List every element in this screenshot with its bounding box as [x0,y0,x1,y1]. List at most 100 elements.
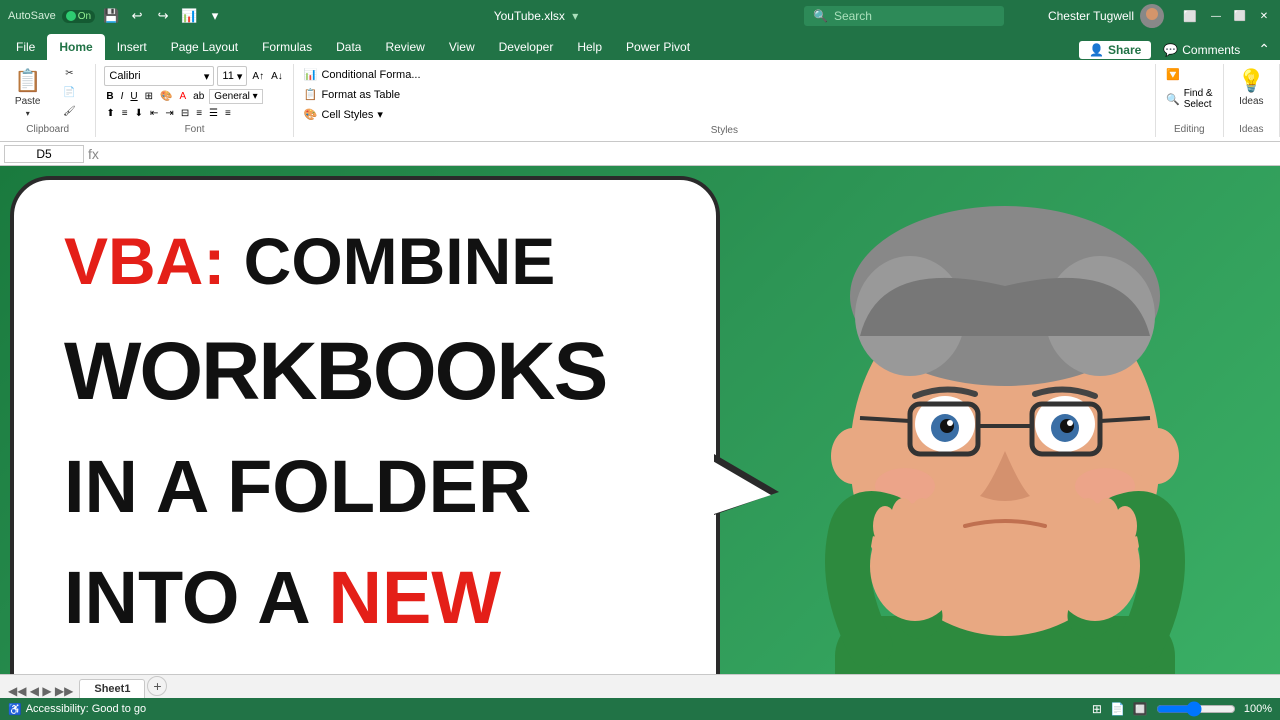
align-middle-button[interactable]: ≡ [120,107,130,120]
number-format-box[interactable]: General ▾ [209,89,262,104]
clipboard-label: Clipboard [8,122,87,135]
indent-increase-button[interactable]: ⇥ [163,107,175,120]
user-badge[interactable]: Chester Tugwell [1040,2,1172,30]
speech-bubble: VBA: COMBINE WORKBOOKS IN A FOLDER INTO … [10,176,720,676]
tab-power-pivot[interactable]: Power Pivot [614,34,702,60]
tab-review[interactable]: Review [373,34,436,60]
maximize-button[interactable]: ⬜ [1232,8,1248,24]
share-button[interactable]: 👤 Share [1079,41,1151,59]
add-sheet-button[interactable]: + [147,676,167,696]
ideas-label: Ideas [1232,122,1271,135]
styles-label: Styles [302,123,1147,136]
cell-reference-input[interactable] [4,145,84,163]
tab-formulas[interactable]: Formulas [250,34,324,60]
minimize-button[interactable]: — [1208,8,1224,24]
font-label: Font [104,122,284,135]
ribbon-editing-group: 🔽 🔍 Find &Select Editing [1156,64,1224,137]
align-left-button[interactable]: ≡ [194,107,204,120]
paste-dropdown[interactable]: ▾ [26,109,30,118]
autosave-toggle[interactable]: On [62,10,95,23]
formula-input[interactable] [103,146,1276,162]
title-bar-left: AutoSave On 💾 ↩ ↪ 📊 ▾ [8,6,268,26]
tab-help[interactable]: Help [565,34,614,60]
sheet1-tab[interactable]: Sheet1 [79,679,145,698]
tab-developer[interactable]: Developer [487,34,566,60]
tab-home[interactable]: Home [47,34,104,60]
font-size-decrease-button[interactable]: A↓ [269,70,285,83]
tab-view[interactable]: View [437,34,487,60]
font-name-input[interactable]: Calibri ▾ [104,66,214,86]
search-box[interactable]: 🔍 Search [804,6,1004,26]
wrap-text-button[interactable]: ab [191,90,206,103]
conditional-format-button[interactable]: 📊 Conditional Forma... [302,66,423,83]
page-layout-icon[interactable]: 📄 [1110,702,1125,716]
font-color-button[interactable]: A [178,90,189,103]
ribbon-collapse-icon[interactable]: ⬜ [1180,6,1200,26]
editing-label: Editing [1164,122,1215,135]
styles-dropdown-icon[interactable]: ▾ [377,108,383,121]
filter-button[interactable]: 🔽 [1164,66,1215,83]
tab-file[interactable]: File [4,34,47,60]
ribbon-tabs: File Home Insert Page Layout Formulas Da… [0,32,1280,60]
underline-button[interactable]: U [128,90,139,103]
find-select-button[interactable]: 🔍 Find &Select [1164,86,1215,112]
sheet-tabs: ◀◀ ◀ ▶ ▶▶ Sheet1 + [0,674,1280,698]
bubble-line2: WORKBOOKS [64,331,666,413]
filter-icon: 🔽 [1166,68,1180,81]
bold-button[interactable]: B [104,90,115,103]
paste-button[interactable]: 📋 Paste ▾ [8,66,47,120]
size-dropdown-icon[interactable]: ▾ [237,70,243,83]
ideas-items: 💡 Ideas [1232,66,1271,122]
ribbon-styles-group: 📊 Conditional Forma... 📋 Format as Table… [294,64,1156,137]
comments-button[interactable]: 💬 Comments [1155,41,1248,59]
find-icon: 🔍 [1166,93,1180,106]
align-bottom-button[interactable]: ⬇ [133,107,145,120]
format-painter-button[interactable]: 🖌 [51,104,87,119]
ribbon-collapse-btn[interactable]: ⌃ [1252,39,1276,60]
ribbon-font-group: Calibri ▾ 11 ▾ A↑ A↓ B I U ⊞ 🎨 A [96,64,293,137]
format-as-table-button[interactable]: 📋 Format as Table [302,86,423,103]
tab-data[interactable]: Data [324,34,373,60]
editing-items: 🔽 🔍 Find &Select [1164,66,1215,122]
merge-button[interactable]: ⊟ [179,107,191,120]
sheet-nav[interactable]: ◀◀ ◀ ▶ ▶▶ [4,684,77,698]
dropdown-arrow[interactable]: ▾ [572,9,578,23]
file-icon[interactable]: 📊 [179,6,199,26]
font-controls: Calibri ▾ 11 ▾ A↑ A↓ B I U ⊞ 🎨 A [104,66,284,120]
format-painter-icon: 🖌 [63,106,76,117]
indent-decrease-button[interactable]: ⇤ [148,107,160,120]
ideas-button[interactable]: 💡 Ideas [1232,66,1271,109]
align-right-button[interactable]: ≡ [223,107,233,120]
normal-view-icon[interactable]: ⊞ [1092,702,1102,716]
font-size-input[interactable]: 11 ▾ [217,66,247,86]
bubble-line1: VBA: COMBINE [64,228,666,294]
status-right: ⊞ 📄 🔲 100% [1092,702,1272,716]
tab-page-layout[interactable]: Page Layout [159,34,250,60]
undo-icon[interactable]: ↩ [127,6,147,26]
close-button[interactable]: ✕ [1256,8,1272,24]
align-center-button[interactable]: ☰ [207,107,220,120]
font-size-increase-button[interactable]: A↑ [250,70,266,83]
page-break-icon[interactable]: 🔲 [1133,702,1148,716]
copy-button[interactable]: 📄 [51,85,87,100]
bubble-line3: IN A FOLDER [64,450,666,524]
search-icon: 🔍 [813,9,828,23]
conditional-format-icon: 📊 [304,68,318,81]
align-row: ⬆ ≡ ⬇ ⇤ ⇥ ⊟ ≡ ☰ ≡ [104,107,284,120]
font-dropdown-icon[interactable]: ▾ [204,70,210,83]
align-top-button[interactable]: ⬆ [104,107,116,120]
cell-styles-button[interactable]: 🎨 Cell Styles ▾ [302,106,423,123]
title-right: Chester Tugwell ⬜ — ⬜ ✕ [1012,2,1272,30]
cut-button[interactable]: ✂ [51,66,87,81]
zoom-slider[interactable] [1156,704,1236,714]
tab-insert[interactable]: Insert [105,34,159,60]
redo-icon[interactable]: ↪ [153,6,173,26]
fill-color-button[interactable]: 🎨 [158,90,174,103]
save-icon[interactable]: 💾 [101,6,121,26]
formula-bar: fx [0,142,1280,166]
dropdown-icon[interactable]: ▾ [205,6,225,26]
ribbon-content: 📋 Paste ▾ ✂ 📄 🖌 Clipboard [0,60,1280,142]
italic-button[interactable]: I [119,90,126,103]
border-button[interactable]: ⊞ [143,90,155,103]
character-svg [710,166,1280,676]
